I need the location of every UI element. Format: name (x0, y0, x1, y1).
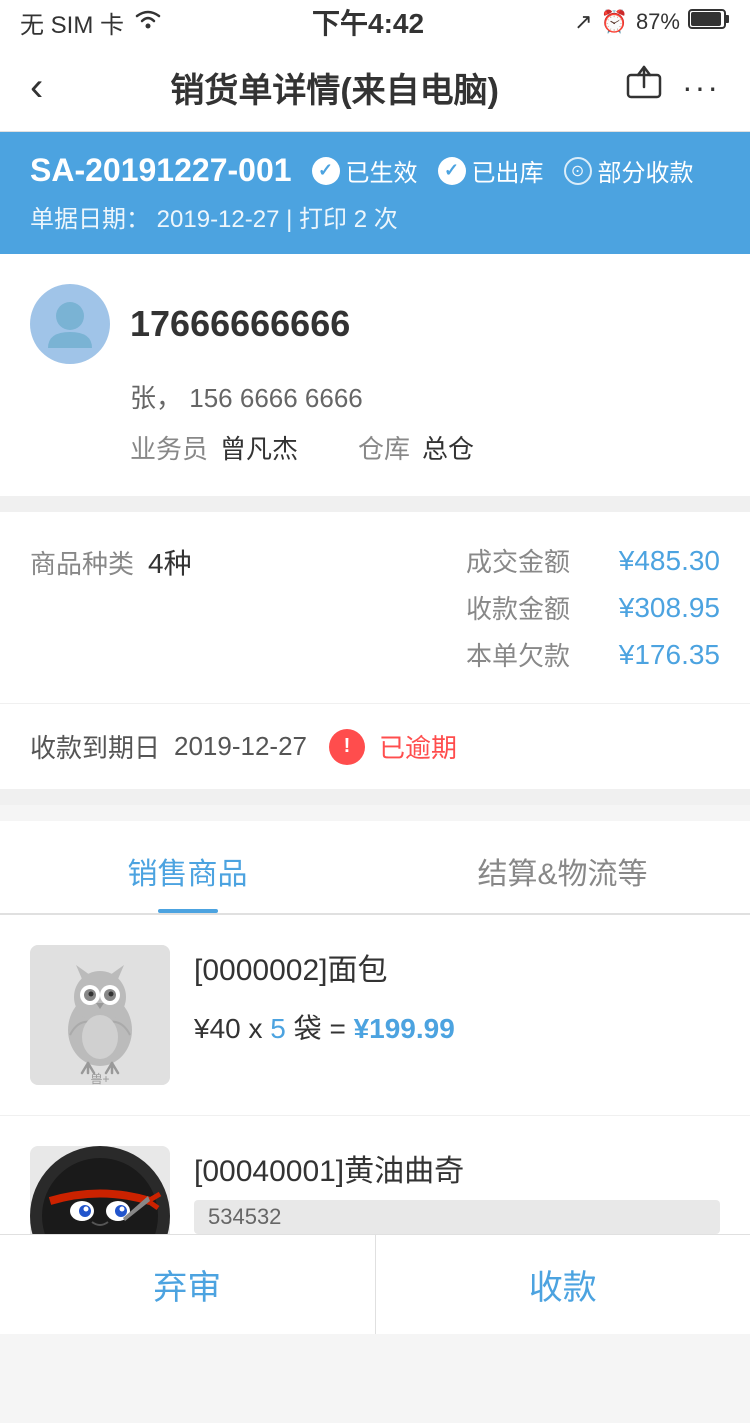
more-icon[interactable]: ··· (682, 69, 720, 106)
product-price-1: ¥40 (194, 1013, 241, 1044)
print-unit: 次 (374, 206, 398, 233)
divider-2 (0, 789, 750, 805)
warehouse-value: 总仓 (422, 429, 474, 466)
battery-text: 87% (636, 9, 680, 35)
status-left: 无 SIM 卡 (20, 5, 162, 40)
cancel-button[interactable]: 弃审 (0, 1235, 376, 1334)
product-info-1: [0000002]面包 ¥40 x 5 袋 = ¥199.99 (194, 945, 720, 1047)
overdue-text: 已逾期 (379, 728, 457, 765)
customer-section: 17666666666 张， 156 6666 6666 业务员 曾凡杰 仓库 … (0, 254, 750, 496)
product-sku-2: 534532 (194, 1200, 720, 1234)
customer-row: 17666666666 (30, 284, 720, 364)
product-name-1: [0000002]面包 (194, 945, 720, 989)
print-separator: | 打印 (286, 206, 354, 233)
nav-bar: ‹ 销货单详情(来自电脑) ··· (0, 44, 750, 132)
status-time: 下午4:42 (312, 2, 424, 42)
order-id-row: SA-20191227-001 ✓ 已生效 ✓ 已出库 ⊙ 部分收款 (30, 152, 720, 189)
payment-due-section: 收款到期日 2019-12-27 ! 已逾期 (0, 703, 750, 789)
check-shipped-icon: ✓ (438, 157, 466, 185)
alarm-icon: ⏰ (601, 9, 628, 35)
received-value: ¥308.95 (600, 592, 720, 624)
status-partial: ⊙ 部分收款 (564, 153, 694, 188)
product-name-2: [00040001]黄油曲奇 (194, 1146, 720, 1190)
summary-section: 商品种类 4种 成交金额 ¥485.30 收款金额 ¥308.95 本单欠款 ¥… (0, 512, 750, 703)
product-item-1: 兽+ [0000002]面包 ¥40 x 5 袋 = ¥199.99 (0, 915, 750, 1116)
print-count: 2 (354, 206, 367, 233)
status-shipped: ✓ 已出库 (438, 153, 544, 188)
svg-text:兽+: 兽+ (90, 1072, 109, 1085)
battery-icon (688, 8, 730, 36)
payment-due-date: 2019-12-27 (174, 731, 307, 762)
amount-label: 成交金额 (466, 542, 570, 579)
overdue-icon: ! (329, 729, 365, 765)
summary-right: 成交金额 ¥485.30 收款金额 ¥308.95 本单欠款 ¥176.35 (466, 542, 720, 673)
page-title: 销货单详情(来自电脑) (170, 63, 499, 112)
amount-row-2: 收款金额 ¥308.95 (466, 589, 720, 626)
product-price-row-1: ¥40 x 5 袋 = ¥199.99 (194, 1007, 720, 1047)
customer-phone: 17666666666 (130, 303, 350, 345)
tab-sales-goods[interactable]: 销售商品 (0, 821, 375, 913)
tab-settlement-label: 结算&物流等 (477, 858, 647, 891)
cancel-label: 弃审 (153, 1260, 221, 1309)
bottom-bar: 弃审 收款 (0, 1234, 750, 1334)
payment-due-label: 收款到期日 (30, 728, 160, 765)
date-label: 单据日期： (30, 206, 150, 233)
customer-meta: 业务员 曾凡杰 仓库 总仓 (130, 429, 720, 466)
check-effective-icon: ✓ (312, 157, 340, 185)
contact-phone: 156 6666 6666 (189, 383, 363, 413)
status-shipped-text: 已出库 (472, 153, 544, 188)
type-count: 4种 (148, 542, 192, 582)
summary-row: 商品种类 4种 成交金额 ¥485.30 收款金额 ¥308.95 本单欠款 ¥… (30, 542, 720, 673)
status-effective-text: 已生效 (346, 153, 418, 188)
sales-rep-value: 曾凡杰 (220, 429, 298, 466)
product-total-1: ¥199.99 (354, 1013, 455, 1044)
confirm-button[interactable]: 收款 (376, 1235, 750, 1334)
status-right: ↗ ⏰ 87% (574, 8, 730, 36)
contact-name: 张， (130, 383, 182, 413)
customer-contact: 张， 156 6666 6666 (130, 378, 720, 415)
debt-label: 本单欠款 (466, 636, 570, 673)
product-unit-1: 袋 (294, 1013, 322, 1044)
header-banner: SA-20191227-001 ✓ 已生效 ✓ 已出库 ⊙ 部分收款 单据日期：… (0, 132, 750, 254)
status-bar: 无 SIM 卡 下午4:42 ↗ ⏰ 87% (0, 0, 750, 44)
confirm-label: 收款 (529, 1260, 597, 1309)
header-date-row: 单据日期： 2019-12-27 | 打印 2 次 (30, 199, 720, 234)
amount-row-3: 本单欠款 ¥176.35 (466, 636, 720, 673)
product-qty-1: 5 (270, 1013, 286, 1044)
warehouse-item: 仓库 总仓 (358, 429, 474, 466)
tab-settlement[interactable]: 结算&物流等 (375, 821, 750, 913)
wifi-icon (134, 8, 162, 36)
order-id: SA-20191227-001 (30, 152, 292, 189)
customer-avatar (30, 284, 110, 364)
product-img-1: 兽+ (30, 945, 170, 1085)
carrier-text: 无 SIM 卡 (20, 5, 124, 40)
type-label: 商品种类 (30, 544, 134, 581)
amount-value: ¥485.30 (600, 545, 720, 577)
location-icon: ↗ (574, 9, 592, 35)
order-date: 2019-12-27 (157, 206, 280, 233)
amount-row-1: 成交金额 ¥485.30 (466, 542, 720, 579)
sales-rep-label: 业务员 (130, 429, 208, 466)
back-button[interactable]: ‹ (30, 65, 43, 110)
tab-sales-goods-label: 销售商品 (128, 858, 248, 891)
status-effective: ✓ 已生效 (312, 153, 418, 188)
received-label: 收款金额 (466, 589, 570, 626)
share-icon[interactable] (626, 65, 662, 110)
summary-left: 商品种类 4种 (30, 542, 192, 582)
debt-value: ¥176.35 (600, 639, 720, 671)
status-partial-text: 部分收款 (598, 153, 694, 188)
warehouse-label: 仓库 (358, 429, 410, 466)
clock-icon: ⊙ (564, 157, 592, 185)
sales-rep-item: 业务员 曾凡杰 (130, 429, 298, 466)
divider-1 (0, 496, 750, 512)
nav-actions: ··· (626, 65, 720, 110)
tabs-section: 销售商品 结算&物流等 (0, 821, 750, 915)
